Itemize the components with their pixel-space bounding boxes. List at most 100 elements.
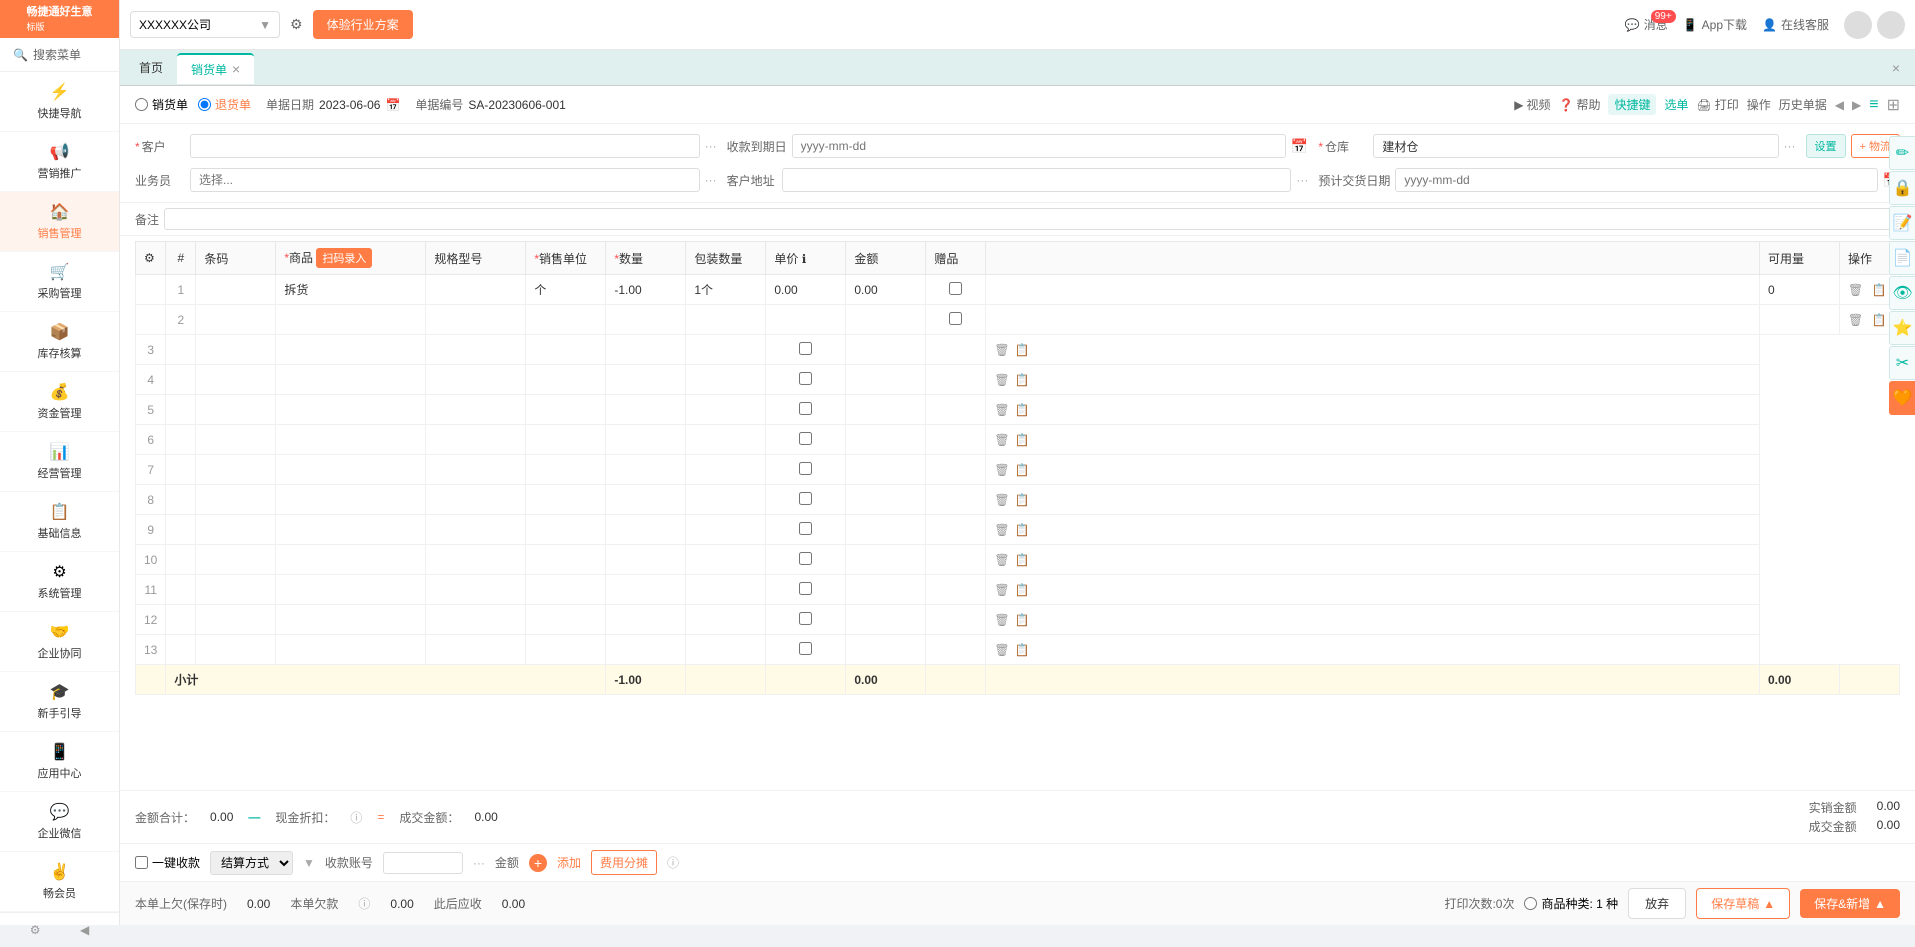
prev-icon[interactable]: ◀: [1835, 98, 1844, 112]
salesperson-input[interactable]: [190, 168, 700, 192]
row1-delete-icon[interactable]: 🗑: [1848, 283, 1863, 297]
row-delete-icon[interactable]: 🗑: [994, 463, 1009, 477]
sidebar-item-guide[interactable]: 🎓 新手引导: [0, 672, 119, 732]
topbar-settings-icon[interactable]: ⚙: [290, 16, 303, 33]
customer-input[interactable]: [190, 134, 700, 158]
sale-order-radio[interactable]: 销货单: [135, 96, 188, 113]
row-delete-icon[interactable]: 🗑: [994, 643, 1009, 657]
warehouse-dots[interactable]: ···: [1784, 139, 1796, 153]
sidebar-item-member[interactable]: ✌ 畅会员: [0, 852, 119, 912]
account-input[interactable]: [383, 852, 463, 874]
row2-delete-icon[interactable]: 🗑: [1848, 313, 1863, 327]
row1-copy-icon[interactable]: 📋: [1872, 283, 1887, 297]
product-types-radio[interactable]: [1524, 897, 1537, 910]
salesperson-dots[interactable]: ···: [705, 173, 717, 187]
sidebar-search[interactable]: 🔍 搜索菜单: [0, 38, 119, 72]
list-view-icon[interactable]: ≡: [1869, 96, 1878, 114]
rsb-eye[interactable]: 👁: [1889, 276, 1915, 310]
operate-btn[interactable]: 操作: [1747, 96, 1771, 113]
calendar-icon[interactable]: 📅: [385, 98, 400, 112]
sidebar-item-system[interactable]: ⚙ 系统管理: [0, 552, 119, 612]
row1-pack-qty[interactable]: 1个: [686, 275, 766, 305]
messages-button[interactable]: 💬 消息 99+: [1625, 16, 1668, 33]
row1-qty[interactable]: -1.00: [606, 275, 686, 305]
warehouse-input[interactable]: [1373, 134, 1778, 158]
expected-date-input[interactable]: [1395, 168, 1877, 192]
row-copy-icon[interactable]: 📋: [1015, 433, 1030, 447]
sidebar-item-inventory[interactable]: 📦 库存核算: [0, 312, 119, 372]
select-btn[interactable]: 选单: [1664, 96, 1688, 113]
tab-home[interactable]: 首页: [125, 53, 177, 82]
one-click-payment-checkbox[interactable]: 一键收款: [135, 854, 200, 871]
row2-copy-icon[interactable]: 📋: [1872, 313, 1887, 327]
row-copy-icon[interactable]: 📋: [1015, 463, 1030, 477]
row-copy-icon[interactable]: 📋: [1015, 583, 1030, 597]
due-date-input[interactable]: [792, 134, 1286, 158]
sidebar-item-purchase[interactable]: 🛒 采购管理: [0, 252, 119, 312]
customer-addr-dots[interactable]: ···: [1296, 173, 1308, 187]
settings-icon[interactable]: ⚙: [30, 923, 41, 937]
sidebar-item-operations[interactable]: 📊 经营管理: [0, 432, 119, 492]
row-delete-icon[interactable]: 🗑: [994, 523, 1009, 537]
rsb-edit[interactable]: ✏: [1889, 136, 1915, 170]
product-types-label[interactable]: 商品种类: 1 种: [1524, 895, 1618, 912]
sidebar-item-enterprise[interactable]: 🤝 企业协同: [0, 612, 119, 672]
rsb-note[interactable]: 📝: [1889, 206, 1915, 240]
user-avatar2[interactable]: [1877, 11, 1905, 39]
row-copy-icon[interactable]: 📋: [1015, 613, 1030, 627]
row-delete-icon[interactable]: 🗑: [994, 553, 1009, 567]
return-order-radio[interactable]: 退货单: [198, 96, 251, 113]
save-new-button[interactable]: 保存&新增 ▲: [1800, 889, 1900, 918]
customer-addr-input[interactable]: [782, 168, 1292, 192]
row1-spec[interactable]: [426, 275, 526, 305]
user-avatar[interactable]: [1844, 11, 1872, 39]
row1-barcode[interactable]: [196, 275, 276, 305]
row-delete-icon[interactable]: 🗑: [994, 583, 1009, 597]
sidebar-item-wechat[interactable]: 💬 企业微信: [0, 792, 119, 852]
row1-amount[interactable]: 0.00: [846, 275, 926, 305]
company-selector[interactable]: XXXXXX公司 ▼: [130, 11, 280, 38]
row-copy-icon[interactable]: 📋: [1015, 343, 1030, 357]
sale-radio-input[interactable]: [135, 98, 148, 111]
app-download-button[interactable]: 📱 App下载: [1683, 16, 1747, 33]
setup-btn[interactable]: 设置: [1806, 134, 1846, 158]
notes-input[interactable]: [164, 208, 1900, 230]
collapse-icon[interactable]: ◀: [80, 923, 89, 937]
row-copy-icon[interactable]: 📋: [1015, 553, 1030, 567]
trial-button[interactable]: 体验行业方案: [313, 10, 413, 39]
sidebar-item-sales[interactable]: 🏠 销售管理: [0, 192, 119, 252]
sidebar-item-finance[interactable]: 💰 资金管理: [0, 372, 119, 432]
row2-qty[interactable]: [606, 305, 686, 335]
rsb-scissors[interactable]: ✂: [1889, 346, 1915, 380]
row1-price[interactable]: 0.00: [766, 275, 846, 305]
row1-unit[interactable]: 个: [526, 275, 606, 305]
row2-unit[interactable]: [526, 305, 606, 335]
scan-barcode-btn[interactable]: 扫码录入: [316, 248, 372, 268]
tab-sale-order[interactable]: 销货单 ×: [177, 53, 254, 84]
row-copy-icon[interactable]: 📋: [1015, 643, 1030, 657]
save-draft-button[interactable]: 保存草稿 ▲: [1696, 888, 1790, 919]
row-delete-icon[interactable]: 🗑: [994, 613, 1009, 627]
rsb-star[interactable]: ⭐: [1889, 311, 1915, 345]
row-delete-icon[interactable]: 🗑: [994, 343, 1009, 357]
fee-split-btn[interactable]: 费用分摊: [591, 850, 657, 875]
row1-product[interactable]: 拆货: [276, 275, 426, 305]
customer-dots[interactable]: ···: [705, 139, 717, 153]
help-btn[interactable]: ❓ 帮助: [1559, 96, 1601, 113]
sidebar-item-marketing[interactable]: 📢 营销推广: [0, 132, 119, 192]
sidebar-item-apps[interactable]: 📱 应用中心: [0, 732, 119, 792]
sidebar-item-quicknav[interactable]: ⚡ 快捷导航: [0, 72, 119, 132]
print-btn[interactable]: 🖨 打印: [1697, 96, 1739, 113]
tab-close-icon[interactable]: ×: [232, 61, 240, 77]
row1-gift[interactable]: [926, 275, 986, 305]
row2-price[interactable]: [766, 305, 846, 335]
row-delete-icon[interactable]: 🗑: [994, 433, 1009, 447]
row2-pack-qty[interactable]: [686, 305, 766, 335]
due-date-calendar-icon[interactable]: 📅: [1291, 138, 1308, 155]
row2-amount[interactable]: [846, 305, 926, 335]
row2-barcode[interactable]: [196, 305, 276, 335]
history-btn[interactable]: 历史单据: [1779, 96, 1827, 113]
fee-split-info-icon[interactable]: ⓘ: [667, 854, 679, 871]
grid-view-icon[interactable]: ⊞: [1887, 95, 1900, 115]
row-delete-icon[interactable]: 🗑: [994, 493, 1009, 507]
